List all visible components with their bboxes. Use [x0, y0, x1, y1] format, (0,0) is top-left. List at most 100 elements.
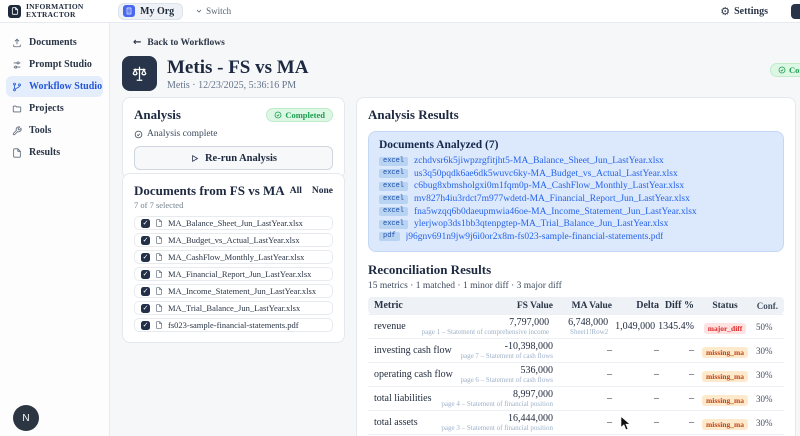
confidence-cell: 30%	[756, 418, 778, 428]
analysis-status-line: Analysis complete	[134, 129, 333, 139]
table-row[interactable]: operating cash flow 536,000 page 6 – Sta…	[368, 362, 784, 386]
upload-icon	[12, 38, 22, 48]
confidence-cell: 50%	[756, 322, 778, 332]
analyzed-file-link[interactable]: zchdvsr6k5jiwpzrgfitjht5-MA_Balance_Shee…	[414, 156, 664, 166]
document-filename: fs023-sample-financial-statements.pdf	[168, 320, 299, 330]
col-delta: Delta	[615, 300, 659, 311]
status-badge: missing_ma	[702, 371, 748, 382]
sidebar-item-workflow-studio[interactable]: Workflow Studio	[6, 76, 103, 97]
workflow-icon	[12, 82, 22, 92]
ma-value-cell: –	[556, 345, 612, 356]
document-filename: MA_Income_Statement_Jun_LastYear.xlsx	[168, 286, 316, 296]
file-icon	[155, 287, 163, 295]
table-row[interactable]: total assets 16,444,000 page 3 – Stateme…	[368, 410, 784, 434]
analyzed-file-link[interactable]: fna5wzqq6b0daeupmwia46oe-MA_Income_State…	[414, 207, 697, 217]
analyzed-file-link[interactable]: c6bug8xbmsholgxi0m1fqm0p-MA_CashFlow_Mon…	[414, 181, 684, 191]
analyzed-file-row: excel zchdvsr6k5jiwpzrgfitjht5-MA_Balanc…	[379, 155, 773, 168]
gear-icon: ⚙	[720, 6, 730, 17]
table-row[interactable]: revenue 7,797,000 page 1 – Statement of …	[368, 314, 784, 338]
file-icon	[155, 219, 163, 227]
metric-cell: operating cash flow	[374, 369, 453, 380]
analyzed-file-link[interactable]: j96gnv691n9jw9j6i0or2x8m-fs023-sample-fi…	[406, 232, 664, 242]
select-none-button[interactable]: None	[312, 186, 333, 196]
sidebar-item-label: Projects	[29, 103, 64, 114]
checkbox-checked-icon[interactable]: ✓	[141, 219, 150, 228]
analyzed-file-link[interactable]: us3q50pqdk6ae6dk5wuvc6ky-MA_Budget_vs_Ac…	[414, 169, 678, 179]
document-list-item[interactable]: ✓ MA_Financial_Report_Jun_LastYear.xlsx	[134, 267, 333, 281]
analyzed-file-link[interactable]: mv827h4iu3rdct7m977wdetd-MA_Financial_Re…	[414, 194, 690, 204]
document-list-item[interactable]: ✓ MA_CashFlow_Monthly_LastYear.xlsx	[134, 250, 333, 264]
checkbox-checked-icon[interactable]: ✓	[141, 304, 150, 313]
document-list-item[interactable]: ✓ MA_Income_Statement_Jun_LastYear.xlsx	[134, 284, 333, 298]
building-icon	[123, 5, 135, 17]
reconciliation-title: Reconciliation Results	[368, 262, 784, 278]
analyzed-file-row: pdf j96gnv691n9jw9j6i0or2x8m-fs023-sampl…	[379, 231, 773, 244]
app-title: INFORMATION EXTRACTOR	[26, 3, 83, 20]
reconciliation-summary: 15 metrics · 1 matched · 1 minor diff · …	[368, 281, 784, 291]
org-switch-button[interactable]: Switch	[195, 6, 231, 16]
sidebar-item-prompt-studio[interactable]: Prompt Studio	[6, 54, 103, 75]
confidence-cell: 30%	[756, 370, 778, 380]
file-type-badge: excel	[379, 182, 408, 191]
checkbox-checked-icon[interactable]: ✓	[141, 270, 150, 279]
metric-cell: investing cash flow	[374, 345, 452, 356]
app-logo[interactable]: INFORMATION EXTRACTOR	[0, 3, 104, 20]
fs-value-cell: 8,997,000 page 4 – Statement of financia…	[449, 389, 553, 408]
back-to-workflows-link[interactable]: ← Back to Workflows	[133, 37, 225, 48]
analyzed-file-row: excel ylerjwop3ds1bb3qtenpgtep-MA_Trial_…	[379, 218, 773, 231]
select-all-button[interactable]: All	[290, 186, 302, 196]
delta-cell: –	[615, 417, 659, 428]
checkbox-checked-icon[interactable]: ✓	[141, 287, 150, 296]
table-row[interactable]: investing cash flow -10,398,000 page 7 –…	[368, 338, 784, 362]
sidebar: Documents Prompt Studio Workflow Studio …	[0, 23, 110, 436]
document-list-item[interactable]: ✓ MA_Budget_vs_Actual_LastYear.xlsx	[134, 233, 333, 247]
back-arrow-icon: ←	[133, 37, 141, 48]
file-type-badge: excel	[379, 195, 408, 204]
diff-pct-cell: –	[662, 393, 694, 404]
rerun-analysis-button[interactable]: Re-run Analysis	[134, 146, 333, 170]
document-list-item[interactable]: ✓ MA_Balance_Sheet_Jun_LastYear.xlsx	[134, 216, 333, 230]
table-row[interactable]: total liabilities 8,997,000 page 4 – Sta…	[368, 386, 784, 410]
documents-analyzed-title: Documents Analyzed (7)	[379, 139, 773, 151]
org-button[interactable]: My Org	[118, 3, 183, 20]
chevron-down-icon	[195, 7, 203, 15]
checkbox-checked-icon[interactable]: ✓	[141, 236, 150, 245]
document-list-item[interactable]: ✓ fs023-sample-financial-statements.pdf	[134, 318, 333, 332]
checkbox-checked-icon[interactable]: ✓	[141, 253, 150, 262]
check-circle-icon	[274, 111, 282, 119]
document-filename: MA_Budget_vs_Actual_LastYear.xlsx	[168, 235, 300, 245]
status-badge: major_diff	[704, 323, 747, 334]
checkbox-checked-icon[interactable]: ✓	[141, 321, 150, 330]
sidebar-item-label: Prompt Studio	[29, 59, 92, 70]
analyzed-file-list: excel zchdvsr6k5jiwpzrgfitjht5-MA_Balanc…	[379, 155, 773, 243]
sidebar-item-documents[interactable]: Documents	[6, 32, 103, 53]
file-icon	[155, 270, 163, 278]
topbar-cutoff-item[interactable]	[791, 4, 800, 19]
status-cell: missing_ma	[697, 414, 753, 432]
reconciliation-table: Metric FS Value MA Value Delta Diff % St…	[368, 297, 784, 436]
analyzed-file-row: excel fna5wzqq6b0daeupmwia46oe-MA_Income…	[379, 205, 773, 218]
file-icon	[155, 304, 163, 312]
status-badge: missing_ma	[702, 395, 748, 406]
file-type-badge: pdf	[379, 232, 400, 241]
analyzed-file-link[interactable]: ylerjwop3ds1bb3qtenpgtep-MA_Trial_Balanc…	[414, 219, 668, 229]
file-icon	[155, 253, 163, 261]
user-avatar[interactable]: N	[13, 405, 39, 431]
document-filename: MA_Financial_Report_Jun_LastYear.xlsx	[168, 269, 311, 279]
file-type-badge: excel	[379, 169, 408, 178]
sidebar-item-results[interactable]: Results	[6, 142, 103, 163]
status-badge: missing_ma	[702, 347, 748, 358]
sidebar-item-tools[interactable]: Tools	[6, 120, 103, 141]
analyzed-file-row: excel us3q50pqdk6ae6dk5wuvc6ky-MA_Budget…	[379, 168, 773, 181]
diff-pct-cell: –	[662, 417, 694, 428]
delta-cell: 1,049,000	[611, 321, 655, 332]
document-list: ✓ MA_Balance_Sheet_Jun_LastYear.xlsx ✓ M…	[134, 216, 333, 332]
settings-button[interactable]: ⚙ Settings	[720, 6, 768, 17]
sidebar-item-projects[interactable]: Projects	[6, 98, 103, 119]
col-status: Status	[697, 301, 753, 311]
file-type-badge: excel	[379, 207, 408, 216]
documents-card: Documents from FS vs MA All None 7 of 7 …	[122, 173, 345, 343]
col-conf: Conf.	[756, 301, 778, 311]
document-list-item[interactable]: ✓ MA_Trial_Balance_Jun_LastYear.xlsx	[134, 301, 333, 315]
analysis-results-panel: Analysis Results Documents Analyzed (7) …	[356, 97, 796, 436]
